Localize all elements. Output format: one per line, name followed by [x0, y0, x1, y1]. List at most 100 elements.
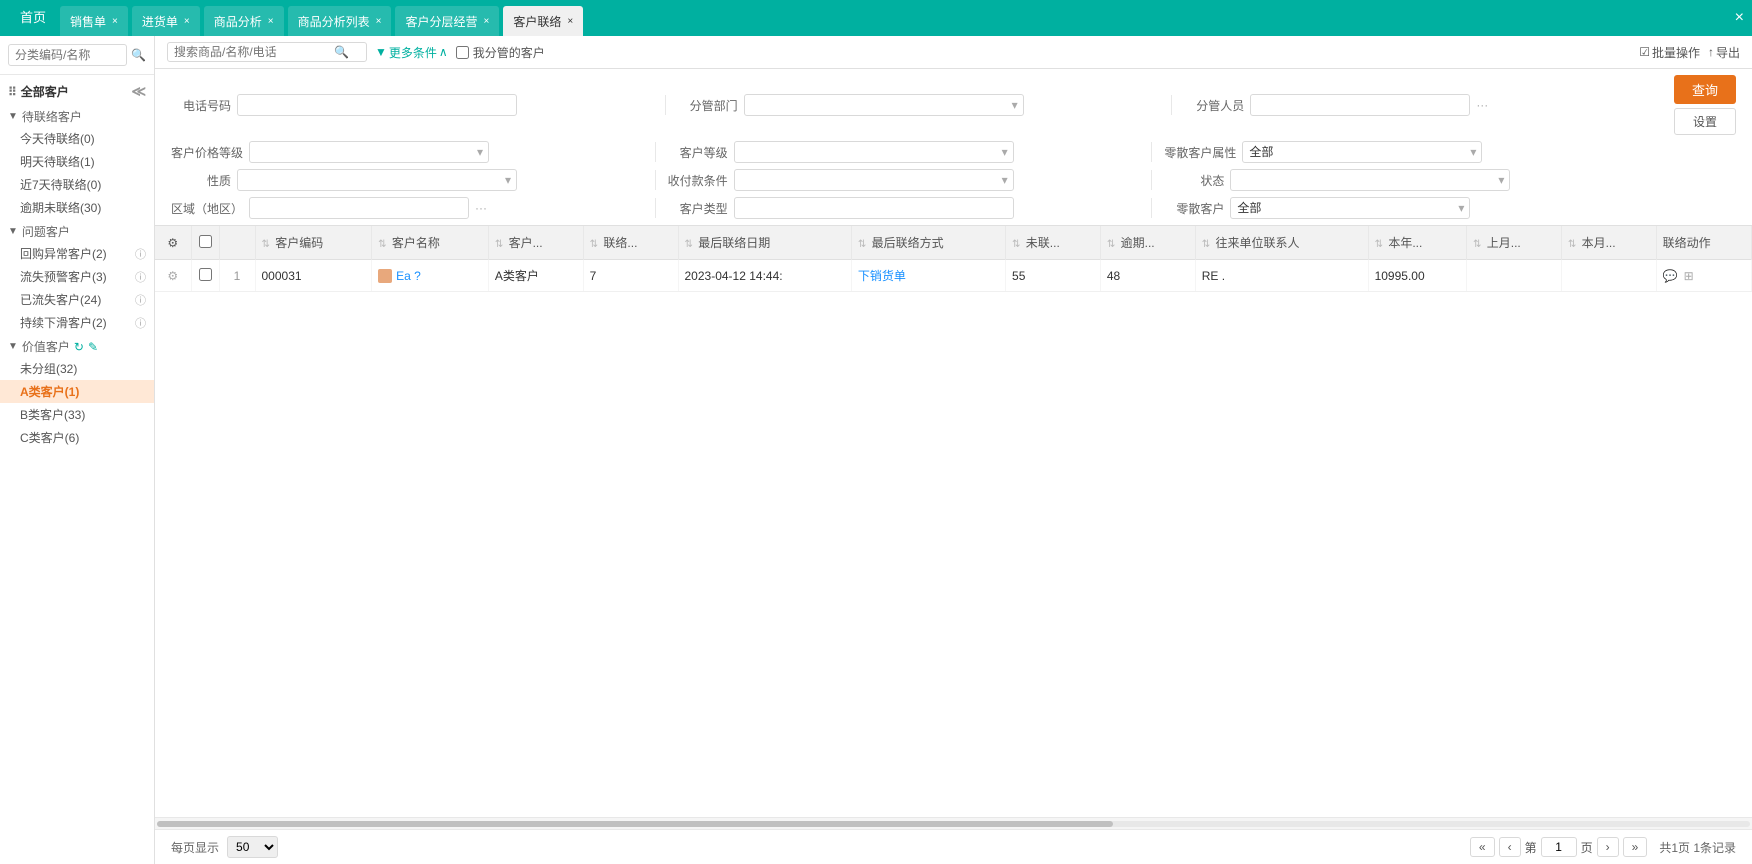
- nav-tab-purchase[interactable]: 进货单 ×: [132, 6, 200, 36]
- nav-tab-sales-close[interactable]: ×: [112, 16, 118, 27]
- sidebar-section-value[interactable]: ▼ 价值客户 ↻ ✎: [0, 334, 154, 357]
- th-this-month[interactable]: ⇅ 本月...: [1561, 226, 1656, 260]
- sidebar-item-warning[interactable]: 流失预警客户(3) ⓘ: [0, 265, 154, 288]
- filter-price-grade-select[interactable]: [249, 141, 489, 163]
- sidebar-section-problem[interactable]: ▼ 问题客户: [0, 219, 154, 242]
- sidebar-item-b-class[interactable]: B类客户(33): [0, 403, 154, 426]
- sidebar-item-lost[interactable]: 已流失客户(24) ⓘ: [0, 288, 154, 311]
- filter-manager: 分管人员 ···: [1184, 94, 1666, 116]
- last-page-button[interactable]: »: [1623, 837, 1648, 857]
- nav-tab-product-list[interactable]: 商品分析列表 ×: [288, 6, 392, 36]
- nav-tab-customer-contact-close[interactable]: ×: [567, 16, 573, 27]
- th-last-contact-method[interactable]: ⇅ 最后联络方式: [851, 226, 1005, 260]
- th-contact[interactable]: ⇅ 联络...: [583, 226, 678, 260]
- th-this-year[interactable]: ⇅ 本年...: [1368, 226, 1466, 260]
- value-arrow-icon: ▼: [8, 341, 18, 352]
- pending-arrow-icon: ▼: [8, 111, 18, 122]
- row-checkbox[interactable]: [199, 268, 212, 281]
- problem-arrow-icon: ▼: [8, 226, 18, 237]
- nav-tab-sales[interactable]: 销售单 ×: [60, 6, 128, 36]
- sidebar-item-declining[interactable]: 持续下滑客户(2) ⓘ: [0, 311, 154, 334]
- search-icon[interactable]: 🔍: [334, 45, 349, 59]
- sidebar-item-7days[interactable]: 近7天待联络(0): [0, 173, 154, 196]
- sidebar-item-abnormal[interactable]: 回购异常客户(2) ⓘ: [0, 242, 154, 265]
- sidebar-item-today[interactable]: 今天待联络(0): [0, 127, 154, 150]
- info-icon-declining: ⓘ: [135, 315, 146, 331]
- filter-dept-select[interactable]: [744, 94, 1024, 116]
- filter-status-label: 状态: [1164, 172, 1224, 189]
- filter-customer-type: 客户类型: [668, 197, 1140, 219]
- customer-name-text[interactable]: Ea ?: [396, 269, 421, 283]
- filter-region-input[interactable]: [249, 197, 469, 219]
- page-end-label: 页: [1581, 839, 1593, 856]
- filter-customer-type-input[interactable]: [734, 197, 1014, 219]
- more-filter-button[interactable]: ▼ 更多条件 ∧: [375, 44, 448, 61]
- td-overdue: 48: [1100, 260, 1195, 292]
- filter-manager-dots[interactable]: ···: [1476, 98, 1488, 112]
- th-overdue[interactable]: ⇅ 逾期...: [1100, 226, 1195, 260]
- page-number-input[interactable]: [1541, 837, 1577, 857]
- filter-retail-label: 零散客户: [1164, 200, 1224, 217]
- batch-op-button[interactable]: ☑ 批量操作: [1639, 44, 1700, 61]
- th-customer-code[interactable]: ⇅ 客户编码: [255, 226, 372, 260]
- first-page-button[interactable]: «: [1470, 837, 1495, 857]
- prev-page-button[interactable]: ‹: [1499, 837, 1521, 857]
- sidebar-item-a-class[interactable]: A类客户(1): [0, 380, 154, 403]
- close-all-button[interactable]: ×: [1735, 9, 1744, 27]
- filter-status-select[interactable]: [1230, 169, 1510, 191]
- search-input[interactable]: [174, 45, 334, 59]
- sidebar-item-ungroup[interactable]: 未分组(32): [0, 357, 154, 380]
- sidebar-item-overdue[interactable]: 逾期未联络(30): [0, 196, 154, 219]
- sidebar-search-icon[interactable]: 🔍: [131, 48, 146, 62]
- query-button[interactable]: 查询: [1674, 75, 1736, 104]
- last-contact-method-link[interactable]: 下销货单: [858, 269, 906, 283]
- scrollbar-track[interactable]: [157, 821, 1750, 827]
- filter-nature-select[interactable]: [237, 169, 517, 191]
- td-gear[interactable]: ⚙: [155, 260, 191, 292]
- nav-tab-purchase-close[interactable]: ×: [184, 16, 190, 27]
- select-all-checkbox[interactable]: [199, 235, 212, 248]
- sidebar-section-pending[interactable]: ▼ 待联络客户: [0, 104, 154, 127]
- sidebar-collapse-button[interactable]: ≪: [131, 83, 146, 100]
- filter-retail-attr-select[interactable]: 全部: [1242, 141, 1482, 163]
- th-gear[interactable]: ⚙: [155, 226, 191, 260]
- next-page-button[interactable]: ›: [1597, 837, 1619, 857]
- th-no-contact[interactable]: ⇅ 未联...: [1006, 226, 1101, 260]
- nav-tab-customer-contact[interactable]: 客户联络 ×: [503, 6, 583, 36]
- settings-button[interactable]: 设置: [1674, 108, 1736, 135]
- th-company-contact[interactable]: ⇅ 往来单位联系人: [1195, 226, 1368, 260]
- th-last-month[interactable]: ⇅ 上月...: [1467, 226, 1562, 260]
- value-edit-icon[interactable]: ✎: [88, 340, 98, 354]
- nav-home[interactable]: 首页: [8, 0, 58, 36]
- export-button[interactable]: ↑ 导出: [1708, 44, 1740, 61]
- qr-icon[interactable]: ⊞: [1684, 269, 1694, 283]
- th-last-contact-date[interactable]: ⇅ 最后联络日期: [678, 226, 851, 260]
- chat-icon[interactable]: 💬: [1663, 269, 1678, 283]
- filter-manager-input[interactable]: [1250, 94, 1470, 116]
- filter-region-dots[interactable]: ···: [475, 201, 487, 215]
- filter-phone-input[interactable]: [237, 94, 517, 116]
- nav-tab-customer-segment-close[interactable]: ×: [483, 16, 489, 27]
- nav-tab-product-list-close[interactable]: ×: [376, 16, 382, 27]
- nav-tab-product-analysis-close[interactable]: ×: [268, 16, 274, 27]
- th-action-label: 联络动作: [1663, 236, 1711, 250]
- nav-tab-product-analysis[interactable]: 商品分析 ×: [204, 6, 284, 36]
- table-body: ⚙ 1 000031 Ea ? A类客户 7: [155, 260, 1752, 292]
- scrollbar-thumb[interactable]: [157, 821, 1113, 827]
- sidebar-item-declining-label: 持续下滑客户(2): [20, 314, 107, 331]
- value-refresh-icon[interactable]: ↻: [74, 340, 84, 354]
- sidebar-search-input[interactable]: [8, 44, 127, 66]
- filter-payment-select[interactable]: [734, 169, 1014, 191]
- filter-customer-grade-select[interactable]: [734, 141, 1014, 163]
- page-size-select[interactable]: 50 100 200: [227, 836, 278, 858]
- sidebar-item-tomorrow[interactable]: 明天待联络(1): [0, 150, 154, 173]
- sort-icon-thismonth: ⇅: [1568, 239, 1576, 250]
- search-bar: 🔍 ▼ 更多条件 ∧ 我分管的客户 ☑ 批量操作 ↑ 导出: [155, 36, 1752, 69]
- th-customer-name[interactable]: ⇅ 客户名称: [372, 226, 489, 260]
- nav-tab-customer-segment[interactable]: 客户分层经营 ×: [395, 6, 499, 36]
- th-customer-type[interactable]: ⇅ 客户...: [488, 226, 583, 260]
- filter-dept-label: 分管部门: [678, 97, 738, 114]
- sidebar-item-c-class[interactable]: C类客户(6): [0, 426, 154, 449]
- my-customer-checkbox[interactable]: [456, 46, 469, 59]
- filter-retail-select[interactable]: 全部: [1230, 197, 1470, 219]
